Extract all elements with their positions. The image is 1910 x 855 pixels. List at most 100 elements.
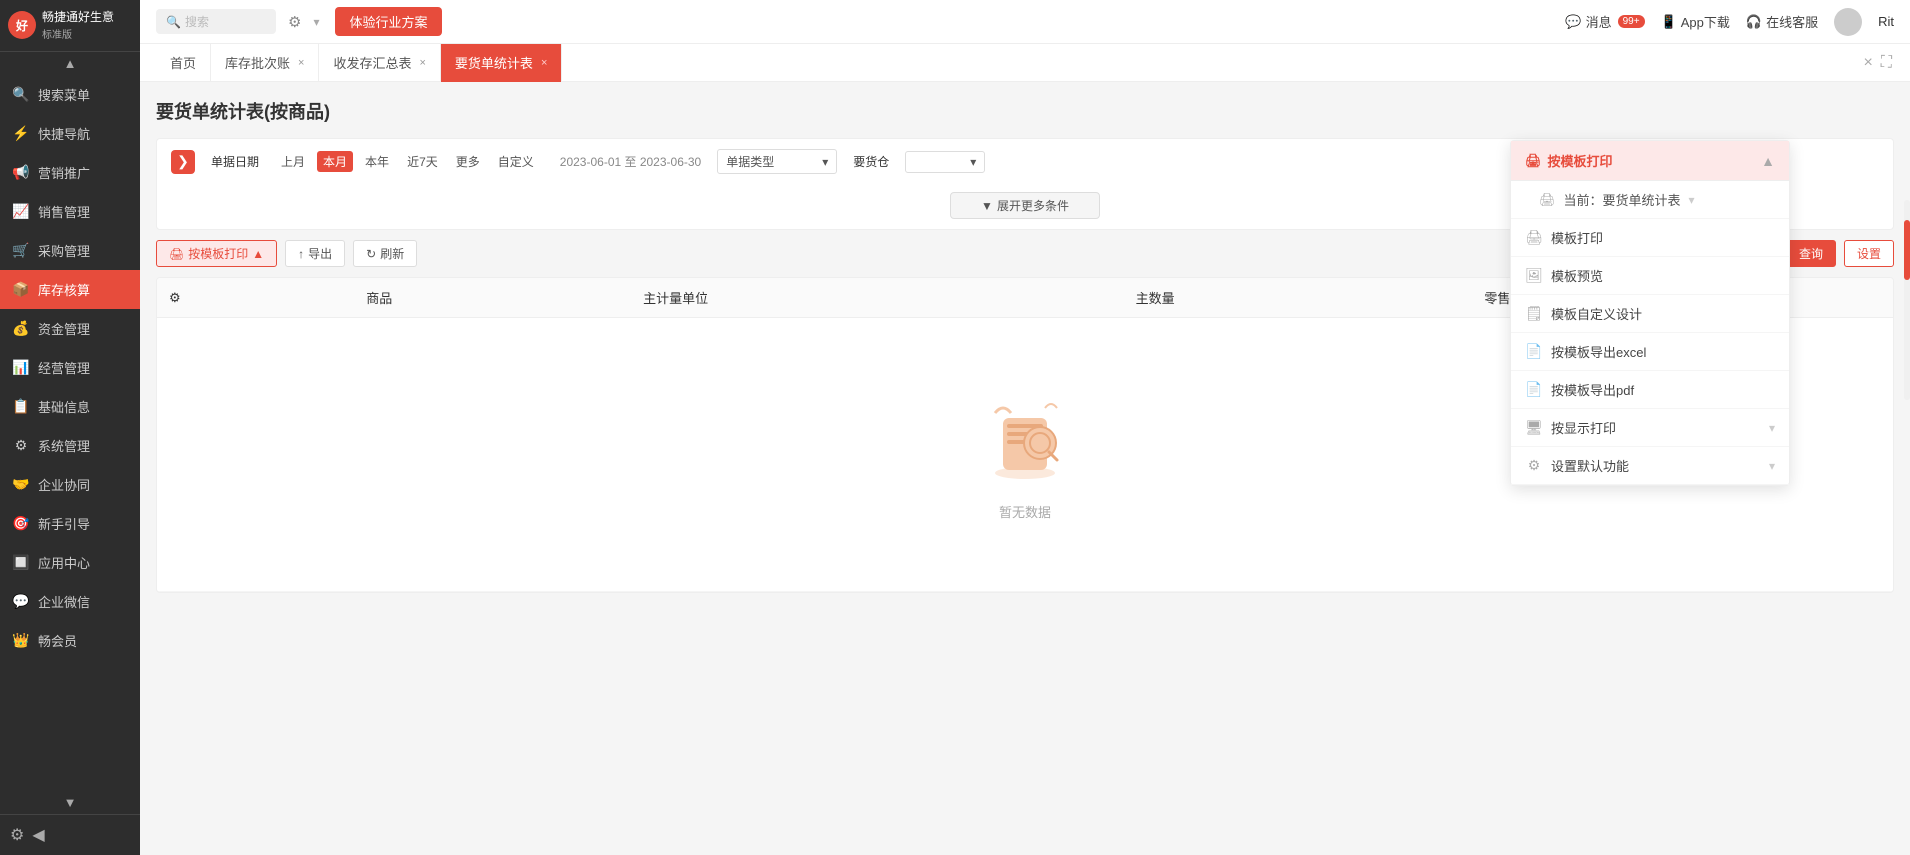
tab-order-stats[interactable]: 要货单统计表 × bbox=[441, 44, 562, 82]
sidebar-item-guide[interactable]: 🎯 新手引导 bbox=[0, 504, 140, 543]
tab-batch-account-close[interactable]: × bbox=[298, 57, 304, 69]
excel-icon: 📄 bbox=[1525, 343, 1543, 360]
bill-type-select[interactable]: 单据类型 ▾ bbox=[717, 149, 837, 174]
expand-icon: ▼ bbox=[981, 199, 993, 213]
app-download-label: App下载 bbox=[1681, 12, 1730, 31]
expand-label: 展开更多条件 bbox=[997, 197, 1069, 214]
logo-tag: 标准版 bbox=[42, 26, 114, 41]
dropdown-display-print[interactable]: 🖥 按显示打印 ▾ bbox=[1511, 409, 1789, 447]
tab-receipt-summary[interactable]: 收发存汇总表 × bbox=[319, 44, 440, 82]
filter-toggle-button[interactable]: ❯ bbox=[171, 150, 195, 174]
sidebar-scroll-down[interactable]: ▼ bbox=[0, 791, 140, 814]
trial-button[interactable]: 体验行业方案 bbox=[335, 7, 441, 36]
sidebar-item-member[interactable]: 👑 畅会员 bbox=[0, 621, 140, 660]
tab-receipt-summary-close[interactable]: × bbox=[419, 57, 425, 69]
tab-maximize[interactable]: ⛶ bbox=[1879, 52, 1894, 74]
sidebar-item-enterprise[interactable]: 🤝 企业协同 bbox=[0, 465, 140, 504]
dropdown-preview-template[interactable]: 🖼 模板预览 bbox=[1511, 257, 1789, 295]
sidebar-item-marketing-label: 营销推广 bbox=[38, 163, 90, 182]
logo-text-block: 畅捷通好生意 标准版 bbox=[42, 10, 114, 41]
sidebar-scroll-up[interactable]: ▲ bbox=[0, 52, 140, 75]
date-options: 上月 本月 本年 近7天 更多 自定义 bbox=[275, 151, 540, 172]
tab-right-controls: × ⛶ bbox=[1861, 52, 1894, 74]
sidebar-item-apps[interactable]: 🔲 应用中心 bbox=[0, 543, 140, 582]
dropdown-close-button[interactable]: ▲ bbox=[1761, 153, 1775, 169]
sidebar-item-basic[interactable]: 📋 基础信息 bbox=[0, 387, 140, 426]
sidebar-item-finance[interactable]: 💰 资金管理 bbox=[0, 309, 140, 348]
dropdown-current-template[interactable]: 🖨 当前：要货单统计表 ▾ bbox=[1511, 181, 1789, 219]
tab-home[interactable]: 首页 bbox=[156, 44, 211, 82]
current-template-icon: 🖨 bbox=[1539, 192, 1556, 208]
col-qty: 主数量 bbox=[1124, 278, 1473, 318]
tab-close-window[interactable]: × bbox=[1861, 52, 1874, 74]
preview-icon: 🖼 bbox=[1525, 267, 1543, 284]
date-option-last-month[interactable]: 上月 bbox=[275, 151, 311, 172]
guide-icon: 🎯 bbox=[12, 515, 30, 532]
right-scrollbar[interactable] bbox=[1904, 200, 1910, 400]
header-dropdown-arrow[interactable]: ▾ bbox=[313, 15, 319, 29]
refresh-label: 刷新 bbox=[380, 245, 404, 262]
pdf-icon: 📄 bbox=[1525, 381, 1543, 398]
sidebar-item-search[interactable]: 🔍 搜索菜单 bbox=[0, 75, 140, 114]
tab-batch-account-label: 库存批次账 bbox=[225, 53, 290, 72]
filter-expand-button[interactable]: ▼ 展开更多条件 bbox=[950, 192, 1100, 219]
logo-icon: 好 bbox=[8, 11, 36, 39]
message-icon: 💬 bbox=[1565, 14, 1581, 30]
print-dropdown-menu: 🖨 按模板打印 ▲ 🖨 当前：要货单统计表 ▾ 🖨 模板打印 🖼 模板预览 🗒 … bbox=[1510, 140, 1790, 486]
dropdown-set-default[interactable]: ⚙ 设置默认功能 ▾ bbox=[1511, 447, 1789, 485]
sidebar-item-system[interactable]: ⚙ 系统管理 bbox=[0, 426, 140, 465]
sidebar-item-wxwork[interactable]: 💬 企业微信 bbox=[0, 582, 140, 621]
date-option-custom[interactable]: 自定义 bbox=[492, 151, 540, 172]
settings-button[interactable]: 设置 bbox=[1844, 240, 1894, 267]
col-settings[interactable]: ⚙ bbox=[157, 278, 354, 318]
date-option-7days[interactable]: 近7天 bbox=[401, 151, 444, 172]
message-badge: 99+ bbox=[1618, 15, 1645, 28]
inventory-icon: 📦 bbox=[12, 281, 30, 298]
sidebar-item-inventory[interactable]: 📦 库存核算 bbox=[0, 270, 140, 309]
print-icon: 🖨 bbox=[169, 247, 184, 261]
sidebar-item-marketing[interactable]: 📢 营销推广 bbox=[0, 153, 140, 192]
sales-icon: 📈 bbox=[12, 203, 30, 220]
sidebar-item-operations-label: 经营管理 bbox=[38, 358, 90, 377]
dropdown-export-pdf[interactable]: 📄 按模板导出pdf bbox=[1511, 371, 1789, 409]
bill-type-label: 单据类型 bbox=[726, 153, 774, 170]
print-template-button[interactable]: 🖨 按模板打印 ▲ bbox=[156, 240, 277, 267]
avatar[interactable] bbox=[1834, 8, 1862, 36]
tab-receipt-summary-label: 收发存汇总表 bbox=[333, 53, 411, 72]
header-gear-icon[interactable]: ⚙ bbox=[288, 13, 301, 31]
search-icon: 🔍 bbox=[12, 86, 30, 103]
service-icon: 🎧 bbox=[1746, 14, 1762, 30]
tab-order-stats-close[interactable]: × bbox=[541, 57, 547, 69]
export-button[interactable]: ↑ 导出 bbox=[285, 240, 345, 267]
collapse-icon[interactable]: ◀ bbox=[32, 825, 44, 845]
warehouse-label: 要货仓 bbox=[853, 153, 889, 170]
sidebar-item-purchase-label: 采购管理 bbox=[38, 241, 90, 260]
sidebar-item-guide-label: 新手引导 bbox=[38, 514, 90, 533]
sidebar-item-inventory-label: 库存核算 bbox=[38, 280, 90, 299]
date-option-this-month[interactable]: 本月 bbox=[317, 151, 353, 172]
message-label: 消息 bbox=[1586, 12, 1612, 31]
header-search-bar[interactable]: 🔍 搜索 bbox=[156, 9, 276, 34]
sidebar-item-purchase[interactable]: 🛒 采购管理 bbox=[0, 231, 140, 270]
display-print-icon: 🖥 bbox=[1525, 419, 1543, 436]
header-app-download[interactable]: 📱 App下载 bbox=[1661, 12, 1730, 31]
custom-design-label: 模板自定义设计 bbox=[1551, 304, 1775, 323]
dropdown-export-excel[interactable]: 📄 按模板导出excel bbox=[1511, 333, 1789, 371]
header-online-service[interactable]: 🎧 在线客服 bbox=[1746, 12, 1818, 31]
tab-batch-account[interactable]: 库存批次账 × bbox=[211, 44, 319, 82]
refresh-button[interactable]: ↻ 刷新 bbox=[353, 240, 417, 267]
dropdown-print-template[interactable]: 🖨 模板打印 bbox=[1511, 219, 1789, 257]
sidebar-item-operations[interactable]: 📊 经营管理 bbox=[0, 348, 140, 387]
query-button[interactable]: 查询 bbox=[1786, 240, 1836, 267]
date-option-this-year[interactable]: 本年 bbox=[359, 151, 395, 172]
date-option-more[interactable]: 更多 bbox=[450, 151, 486, 172]
settings-icon[interactable]: ⚙ bbox=[10, 825, 24, 845]
warehouse-select[interactable]: ▾ bbox=[905, 151, 985, 173]
sidebar-item-quicknav[interactable]: ⚡ 快捷导航 bbox=[0, 114, 140, 153]
sidebar-item-sales[interactable]: 📈 销售管理 bbox=[0, 192, 140, 231]
print-dropdown-arrow-up: ▲ bbox=[252, 247, 264, 261]
header-right: 💬 消息 99+ 📱 App下载 🎧 在线客服 Rit bbox=[1565, 8, 1894, 36]
design-icon: 🗒 bbox=[1525, 305, 1543, 322]
header-message[interactable]: 💬 消息 99+ bbox=[1565, 12, 1644, 31]
dropdown-custom-design[interactable]: 🗒 模板自定义设计 bbox=[1511, 295, 1789, 333]
